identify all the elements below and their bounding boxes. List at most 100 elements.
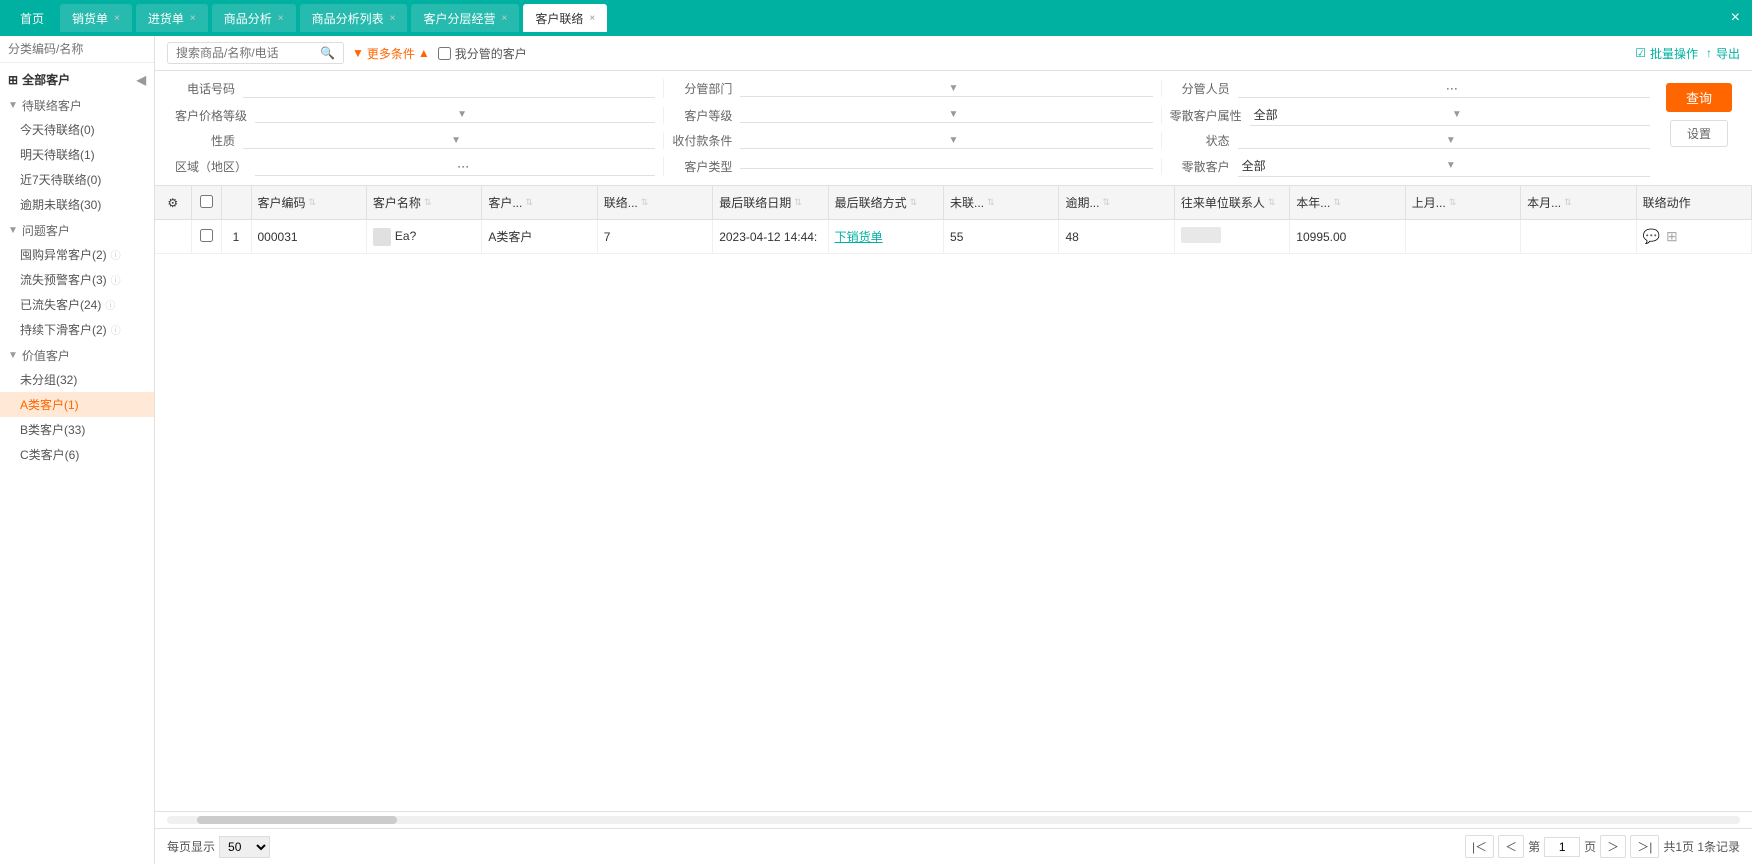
last-date-col-header[interactable]: 最后联络日期⇅ bbox=[713, 186, 828, 220]
filter-row-2: 客户价格等级 ▼ 客户等级 ▼ bbox=[167, 104, 1658, 126]
nav-tab-customer-contact[interactable]: 客户联络× bbox=[523, 4, 607, 32]
tab-close-purchase[interactable]: × bbox=[190, 13, 196, 24]
price-grade-select[interactable]: ▼ bbox=[255, 107, 655, 123]
horizontal-scroll[interactable] bbox=[155, 811, 1752, 828]
filter-search-icon[interactable]: 🔍 bbox=[320, 46, 335, 60]
dept-select[interactable]: ▼ bbox=[740, 81, 1152, 97]
filter-retail-attr: 零散客户属性 全部 ▼ bbox=[1162, 104, 1658, 126]
sidebar-item-0-3[interactable]: 逾期未联络(30) bbox=[0, 192, 154, 217]
row-name: Ea? bbox=[366, 220, 481, 254]
first-page-button[interactable]: |＜ bbox=[1465, 835, 1494, 858]
person-dots-icon[interactable]: ··· bbox=[1446, 81, 1646, 95]
contact-sort-icon: ⇅ bbox=[641, 197, 649, 208]
tab-close-goods-analysis[interactable]: × bbox=[278, 13, 284, 24]
sidebar-group-0[interactable]: ▼待联络客户 bbox=[0, 92, 154, 117]
sidebar-item-2-1[interactable]: A类客户(1) bbox=[0, 392, 154, 417]
page-number-input[interactable] bbox=[1544, 837, 1580, 857]
next-page-button[interactable]: ＞ bbox=[1600, 835, 1626, 858]
price-grade-arrow-icon: ▼ bbox=[457, 109, 651, 120]
sidebar-item-1-3[interactable]: 持续下滑客户(2)ⓘ bbox=[0, 317, 154, 342]
page-size-label: 每页显示 bbox=[167, 838, 215, 855]
sidebar-group-1[interactable]: ▼问题客户 bbox=[0, 217, 154, 242]
nav-tab-purchase[interactable]: 进货单× bbox=[136, 4, 208, 32]
tab-close-customer-contact[interactable]: × bbox=[589, 13, 595, 24]
row-this-year: 10995.00 bbox=[1290, 220, 1405, 254]
last-month-sort-icon: ⇅ bbox=[1449, 197, 1457, 208]
group-arrow-icon: ▼ bbox=[8, 350, 18, 361]
row-checkbox-cell[interactable] bbox=[191, 220, 221, 254]
sidebar-search-input[interactable] bbox=[8, 42, 155, 56]
status-select[interactable]: ▼ bbox=[1238, 133, 1650, 149]
customer-grade-select[interactable]: ▼ bbox=[740, 107, 1152, 123]
uncontact-col-header[interactable]: 未联...⇅ bbox=[944, 186, 1059, 220]
scroll-thumb[interactable] bbox=[197, 816, 397, 824]
tab-close-customer-seg[interactable]: × bbox=[501, 13, 507, 24]
contact-person-col-header[interactable]: 往来单位联系人⇅ bbox=[1174, 186, 1289, 220]
filter-search-input[interactable] bbox=[176, 46, 316, 60]
sidebar-item-1-1[interactable]: 流失预警客户(3)ⓘ bbox=[0, 267, 154, 292]
row-checkbox[interactable] bbox=[200, 229, 213, 242]
settings-button[interactable]: 设置 bbox=[1670, 120, 1728, 147]
tab-close-goods-list[interactable]: × bbox=[390, 13, 396, 24]
sidebar-item-2-0[interactable]: 未分组(32) bbox=[0, 367, 154, 392]
nature-select[interactable]: ▼ bbox=[243, 133, 655, 149]
sidebar-item-1-0[interactable]: 囤购异常客户(2)ⓘ bbox=[0, 242, 154, 267]
checkbox-col-header[interactable] bbox=[191, 186, 221, 220]
my-customers-check[interactable] bbox=[438, 47, 451, 60]
last-page-button[interactable]: ＞| bbox=[1630, 835, 1659, 858]
person-select[interactable]: ··· bbox=[1238, 79, 1650, 98]
retail-customer-select[interactable]: 全部 ▼ bbox=[1238, 155, 1650, 177]
last-way-col-header[interactable]: 最后联络方式⇅ bbox=[828, 186, 943, 220]
select-all-checkbox[interactable] bbox=[200, 195, 213, 208]
sidebar-item-0-0[interactable]: 今天待联络(0) bbox=[0, 117, 154, 142]
nav-tab-goods-list[interactable]: 商品分析列表× bbox=[300, 4, 408, 32]
nav-tab-home[interactable]: 首页 bbox=[8, 4, 56, 32]
this-year-col-header[interactable]: 本年...⇅ bbox=[1290, 186, 1405, 220]
sidebar-item-2-2[interactable]: B类客户(33) bbox=[0, 417, 154, 442]
page-size-select[interactable]: 50 20 100 bbox=[219, 836, 270, 858]
page-size-area: 每页显示 50 20 100 bbox=[167, 836, 270, 858]
my-customers-checkbox[interactable]: 我分管的客户 bbox=[438, 45, 527, 62]
row-last-way[interactable]: 下销货单 bbox=[828, 220, 943, 254]
sidebar-item-1-2[interactable]: 已流失客户(24)ⓘ bbox=[0, 292, 154, 317]
code-col-header[interactable]: 客户编码⇅ bbox=[251, 186, 366, 220]
scroll-track[interactable] bbox=[167, 816, 1740, 824]
sidebar-item-0-2[interactable]: 近7天待联络(0) bbox=[0, 167, 154, 192]
sidebar-item-0-1[interactable]: 明天待联络(1) bbox=[0, 142, 154, 167]
sidebar-collapse-btn[interactable]: ◀ bbox=[137, 73, 146, 87]
row-type: A类客户 bbox=[482, 220, 597, 254]
close-all-button[interactable]: × bbox=[1727, 5, 1744, 31]
query-button[interactable]: 查询 bbox=[1666, 83, 1732, 112]
prev-page-button[interactable]: ＜ bbox=[1498, 835, 1524, 858]
row-settings[interactable] bbox=[155, 220, 191, 254]
name-col-header[interactable]: 客户名称⇅ bbox=[366, 186, 481, 220]
overdue-col-header[interactable]: 逾期...⇅ bbox=[1059, 186, 1174, 220]
contact-col-header[interactable]: 联络...⇅ bbox=[597, 186, 712, 220]
nav-tab-customer-seg[interactable]: 客户分层经营× bbox=[411, 4, 519, 32]
settings-col-header[interactable]: ⚙ bbox=[155, 186, 191, 220]
nav-tab-goods-analysis[interactable]: 商品分析× bbox=[212, 4, 296, 32]
retail-attr-select[interactable]: 全部 ▼ bbox=[1250, 104, 1650, 126]
grid-icon[interactable]: ⊞ bbox=[1666, 228, 1678, 245]
customer-type-select[interactable] bbox=[740, 164, 1152, 169]
pagination: |＜ ＜ 第 页 ＞ ＞| 共1页 1条记录 bbox=[1465, 835, 1740, 858]
sidebar-group-2[interactable]: ▼价值客户 bbox=[0, 342, 154, 367]
sidebar-item-2-3[interactable]: C类客户(6) bbox=[0, 442, 154, 467]
phone-input[interactable] bbox=[243, 79, 655, 98]
group-arrow-icon: ▼ bbox=[8, 225, 18, 236]
chat-icon[interactable]: 💬 bbox=[1643, 228, 1660, 245]
this-month-col-header[interactable]: 本月...⇅ bbox=[1521, 186, 1636, 220]
export-button[interactable]: ↑ 导出 bbox=[1706, 45, 1740, 62]
sidebar-item-label: 近7天待联络(0) bbox=[20, 171, 101, 188]
filter-more-button[interactable]: ▼ 更多条件 ▲ bbox=[352, 45, 430, 62]
type-col-header[interactable]: 客户...⇅ bbox=[482, 186, 597, 220]
nav-tab-sales[interactable]: 销货单× bbox=[60, 4, 132, 32]
batch-ops-button[interactable]: ☑ 批量操作 bbox=[1635, 45, 1698, 62]
region-dots-icon[interactable]: ··· bbox=[457, 159, 651, 173]
payment-select[interactable]: ▼ bbox=[740, 133, 1152, 149]
last-way-link[interactable]: 下销货单 bbox=[835, 230, 883, 244]
advanced-filters: 电话号码 分管部门 ▼ 分管人员 bbox=[155, 71, 1752, 186]
tab-close-sales[interactable]: × bbox=[114, 13, 120, 24]
last-month-col-header[interactable]: 上月...⇅ bbox=[1405, 186, 1520, 220]
region-select[interactable]: ··· bbox=[255, 157, 655, 176]
